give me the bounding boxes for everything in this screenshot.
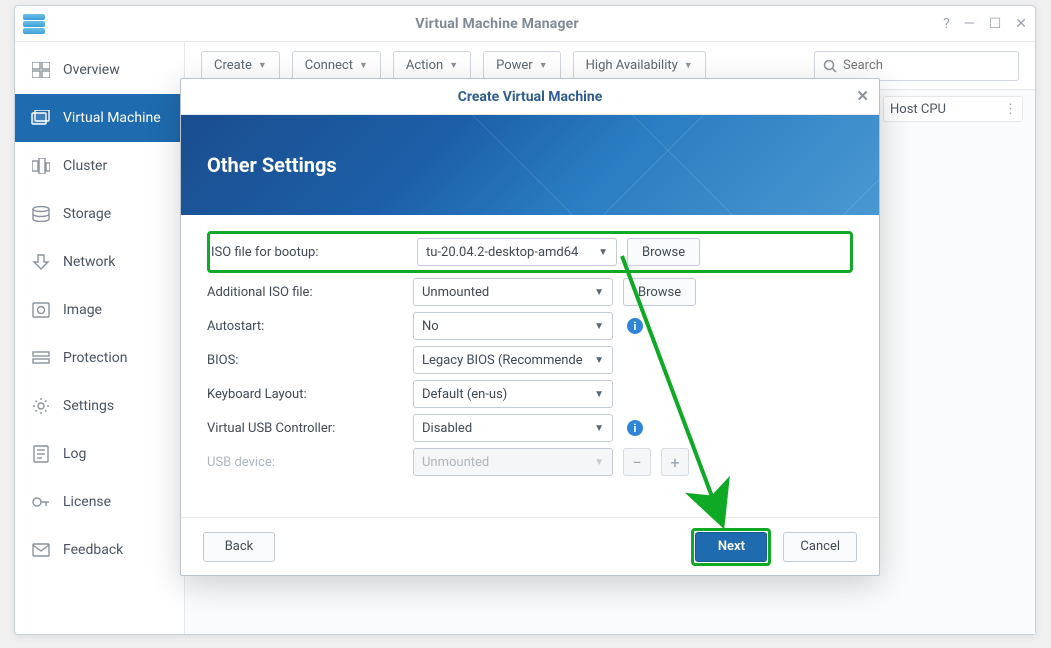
caret-down-icon: ▼: [684, 60, 693, 71]
sidebar-item-label: Overview: [63, 62, 120, 78]
sidebar-item-settings[interactable]: Settings: [15, 382, 184, 430]
help-icon[interactable]: ?: [943, 16, 950, 32]
keyboard-layout-select[interactable]: Default (en-us) ▼: [413, 380, 613, 408]
modal-banner-title: Other Settings: [207, 153, 337, 177]
protection-icon: [31, 349, 51, 367]
iso-browse-button[interactable]: Browse: [627, 238, 700, 266]
cancel-button[interactable]: Cancel: [783, 532, 857, 562]
caret-down-icon: ▼: [594, 321, 604, 332]
modal-footer: Back Next Cancel: [181, 517, 879, 575]
search-input[interactable]: [843, 58, 1010, 73]
sidebar-item-label: Cluster: [63, 158, 107, 174]
network-icon: [31, 253, 51, 271]
caret-down-icon: ▼: [594, 287, 604, 298]
cluster-icon: [31, 157, 51, 175]
additional-iso-label: Additional ISO file:: [207, 285, 403, 300]
close-window-icon[interactable]: ✕: [1015, 16, 1027, 32]
usb-controller-select[interactable]: Disabled ▼: [413, 414, 613, 442]
connect-button[interactable]: Connect▼: [292, 51, 381, 81]
modal-title: Create Virtual Machine: [458, 89, 603, 105]
usb-controller-label: Virtual USB Controller:: [207, 421, 403, 436]
log-icon: [31, 445, 51, 463]
back-button[interactable]: Back: [203, 532, 275, 562]
sidebar-item-label: Log: [63, 446, 86, 462]
caret-down-icon: ▼: [359, 60, 368, 71]
sidebar-item-label: Image: [63, 302, 102, 318]
action-button[interactable]: Action▼: [393, 51, 471, 81]
search-icon: [823, 59, 837, 73]
settings-icon: [31, 397, 51, 415]
keyboard-layout-label: Keyboard Layout:: [207, 387, 403, 402]
sidebar-item-storage[interactable]: Storage: [15, 190, 184, 238]
info-icon[interactable]: i: [627, 420, 643, 436]
sidebar-item-log[interactable]: Log: [15, 430, 184, 478]
autostart-select[interactable]: No ▼: [413, 312, 613, 340]
column-menu-icon[interactable]: ⋮: [1004, 102, 1016, 117]
sidebar-item-label: License: [63, 494, 111, 510]
caret-down-icon: ▼: [594, 355, 604, 366]
modal-body: ISO file for bootup: tu-20.04.2-desktop-…: [181, 215, 879, 517]
sidebar-item-overview[interactable]: Overview: [15, 46, 184, 94]
sidebar-item-network[interactable]: Network: [15, 238, 184, 286]
minimize-icon[interactable]: —: [964, 16, 975, 32]
caret-down-icon: ▼: [594, 423, 604, 434]
sidebar-item-image[interactable]: Image: [15, 286, 184, 334]
usb-device-label: USB device:: [207, 455, 403, 470]
sidebar-item-license[interactable]: License: [15, 478, 184, 526]
create-vm-modal: Create Virtual Machine ✕ Other Settings …: [180, 78, 880, 576]
overview-icon: [31, 61, 51, 79]
next-button[interactable]: Next: [695, 532, 767, 562]
power-button[interactable]: Power▼: [483, 51, 561, 81]
iso-bootup-select[interactable]: tu-20.04.2-desktop-amd64 ▼: [417, 238, 617, 266]
caret-down-icon: ▼: [594, 389, 604, 400]
sidebar-item-protection[interactable]: Protection: [15, 334, 184, 382]
caret-down-icon: ▼: [594, 457, 604, 468]
sidebar-item-label: Virtual Machine: [63, 110, 161, 126]
modal-banner: Other Settings: [181, 115, 879, 215]
caret-down-icon: ▼: [449, 60, 458, 71]
sidebar-item-label: Storage: [63, 206, 111, 222]
image-icon: [31, 301, 51, 319]
highlight-next: Next: [691, 528, 771, 566]
sidebar-item-label: Feedback: [63, 542, 123, 558]
iso-bootup-label: ISO file for bootup:: [211, 245, 407, 260]
sidebar-item-cluster[interactable]: Cluster: [15, 142, 184, 190]
sidebar-item-label: Settings: [63, 398, 114, 414]
bios-select[interactable]: Legacy BIOS (Recommende ▼: [413, 346, 613, 374]
sidebar-item-feedback[interactable]: Feedback: [15, 526, 184, 574]
usb-remove-button: −: [623, 448, 651, 476]
highlight-iso-row: ISO file for bootup: tu-20.04.2-desktop-…: [207, 231, 853, 273]
autostart-label: Autostart:: [207, 319, 403, 334]
app-icon: [23, 14, 45, 34]
caret-down-icon: ▼: [258, 60, 267, 71]
bios-label: BIOS:: [207, 353, 403, 368]
additional-iso-select[interactable]: Unmounted ▼: [413, 278, 613, 306]
caret-down-icon: ▼: [539, 60, 548, 71]
vm-icon: [31, 109, 51, 127]
additional-iso-browse-button[interactable]: Browse: [623, 278, 696, 306]
maximize-icon[interactable]: ☐: [989, 16, 1002, 32]
license-icon: [31, 493, 51, 511]
usb-device-select: Unmounted ▼: [413, 448, 613, 476]
feedback-icon: [31, 541, 51, 559]
column-header-host-cpu[interactable]: Host CPU ⋮: [883, 96, 1023, 122]
high-availability-button[interactable]: High Availability▼: [573, 51, 706, 81]
search-box[interactable]: [814, 51, 1019, 81]
info-icon[interactable]: i: [627, 318, 643, 334]
modal-header: Create Virtual Machine ✕: [181, 79, 879, 115]
storage-icon: [31, 205, 51, 223]
sidebar-item-virtual-machine[interactable]: Virtual Machine: [15, 94, 184, 142]
titlebar: Virtual Machine Manager ? — ☐ ✕: [15, 6, 1035, 42]
close-icon[interactable]: ✕: [856, 87, 869, 105]
usb-add-button: +: [661, 448, 689, 476]
sidebar-item-label: Network: [63, 254, 115, 270]
create-button[interactable]: Create▼: [201, 51, 280, 81]
window-title: Virtual Machine Manager: [51, 16, 943, 32]
sidebar: Overview Virtual Machine Cluster Storage…: [15, 42, 185, 634]
caret-down-icon: ▼: [598, 247, 608, 258]
sidebar-item-label: Protection: [63, 350, 127, 366]
